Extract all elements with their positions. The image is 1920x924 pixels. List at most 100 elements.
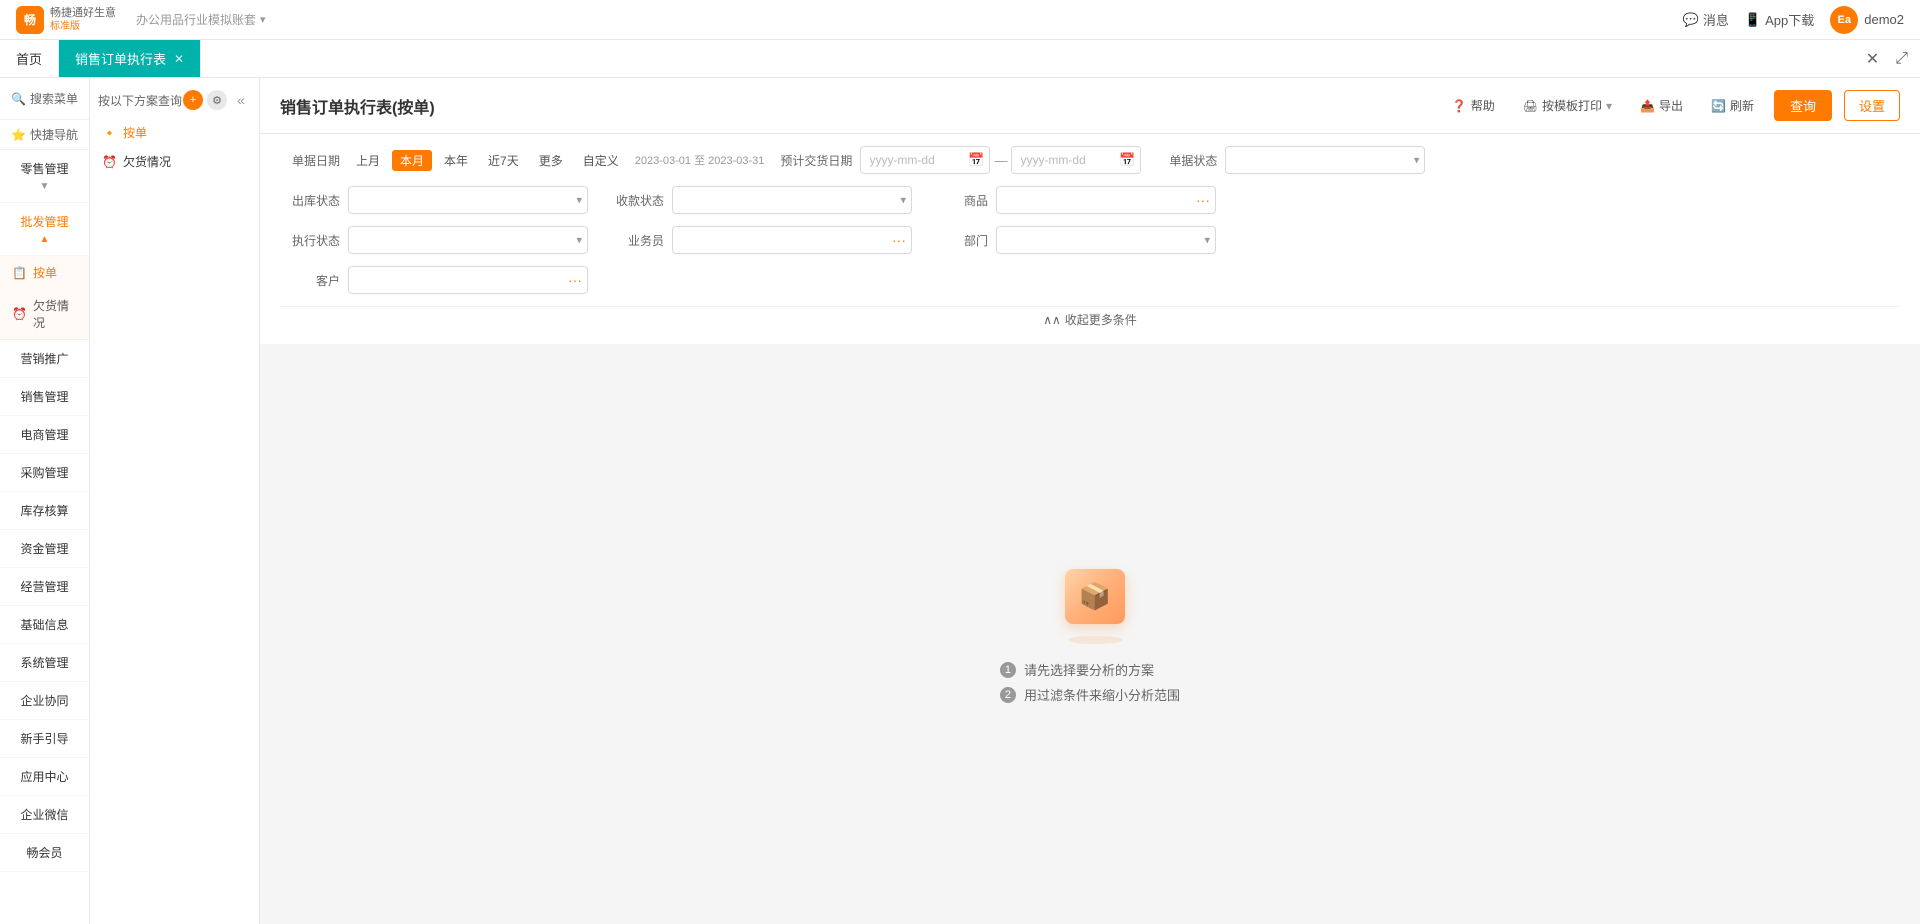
date-this-year-button[interactable]: 本年 [436, 150, 476, 171]
filter-group-date: 单据日期 上月 本月 本年 近7天 更多 自定义 2023-03-01 至 20… [280, 150, 764, 171]
collapse-up-icon: ∧∧ [1043, 313, 1061, 327]
date-more-button[interactable]: 更多 [531, 150, 571, 171]
main-layout: 🔍 搜索菜单 ⭐ 快捷导航 零售管理 ▼ 批发管理 ▲ 📋 按单 ⏰ 欠货情况 [0, 78, 1920, 924]
sidebar-item-label: 新手引导 [20, 730, 68, 747]
quick-nav-button[interactable]: ⭐ 快捷导航 [0, 120, 89, 150]
date-last7-button[interactable]: 近7天 [480, 150, 527, 171]
tab-close-all-button[interactable]: ✕ [1862, 45, 1883, 73]
sidebar-item-system[interactable]: 系统管理 [0, 644, 89, 682]
refresh-button[interactable]: 🔄 刷新 [1703, 93, 1762, 118]
export-button[interactable]: 📤 导出 [1632, 93, 1691, 118]
tab-home-label: 首页 [16, 49, 42, 68]
goods-input-control: ··· [996, 186, 1216, 214]
sidebar-chevron-icon: ▲ [40, 234, 50, 245]
help-button[interactable]: ❓ 帮助 [1444, 93, 1503, 118]
app-download-button[interactable]: 📱 App下载 [1745, 10, 1814, 29]
goods-more-icon[interactable]: ··· [1196, 192, 1210, 208]
customer-input-control: ··· [348, 266, 588, 294]
sidebar-item-ecommerce[interactable]: 电商管理 [0, 416, 89, 454]
sidebar-submenu-item-sales-order[interactable]: 📋 按单 [0, 256, 89, 289]
filter-item-label: 欠货情况 [123, 153, 171, 170]
add-scheme-button[interactable]: + [183, 90, 203, 110]
goods-input[interactable] [996, 186, 1216, 214]
sidebar-item-sales[interactable]: 销售管理 [0, 378, 89, 416]
sidebar-item-member[interactable]: 畅会员 [0, 834, 89, 872]
top-bar: 畅 畅捷通好生意 标准版 办公用品行业模拟账套 ▾ 💬 消息 📱 App下载 E… [0, 0, 1920, 40]
dept-select[interactable] [996, 226, 1216, 254]
settings-scheme-button[interactable]: ⚙ [207, 90, 227, 110]
logo-icon: 畅 [16, 6, 44, 34]
sidebar-item-label: 电商管理 [20, 426, 68, 443]
message-button[interactable]: 💬 消息 [1683, 10, 1729, 29]
tab-close-icon[interactable]: ✕ [174, 52, 184, 66]
expected-date-end-input[interactable] [1011, 146, 1141, 174]
collapse-more-button[interactable]: ∧∧ 收起更多条件 [1043, 311, 1137, 328]
date-range-group: 📅 — 📅 [860, 146, 1141, 174]
sidebar-submenu-wholesale: 📋 按单 ⏰ 欠货情况 [0, 256, 89, 340]
delivery-status-select-wrapper: ▾ [348, 186, 588, 214]
sidebar-item-newbie[interactable]: 新手引导 [0, 720, 89, 758]
sidebar-item-label: 经营管理 [20, 578, 68, 595]
print-dropdown-icon: ▾ [1606, 99, 1612, 113]
logo-symbol: 畅 [24, 11, 36, 28]
content-area: 按以下方案查询 + ⚙ « 🔸 按单 ⏰ 欠货情况 销售订单执行表( [90, 78, 1920, 924]
customer-input[interactable] [348, 266, 588, 294]
sidebar-search-area: 🔍 搜索菜单 [0, 78, 89, 120]
expected-date-end-control: 📅 [1011, 146, 1141, 174]
search-button[interactable]: 查询 [1774, 90, 1832, 121]
breadcrumb-arrow-icon[interactable]: ▾ [260, 13, 266, 26]
filter-row-4: 客户 ··· [280, 266, 1900, 294]
sidebar-item-corp[interactable]: 企业协同 [0, 682, 89, 720]
filter-row-2: 出库状态 ▾ 收款状态 [280, 186, 1900, 214]
payment-status-label: 收款状态 [604, 192, 664, 209]
sidebar-item-inventory[interactable]: 库存核算 [0, 492, 89, 530]
print-button[interactable]: 🖨 按模板打印 ▾ [1515, 93, 1620, 118]
delivery-status-select[interactable] [348, 186, 588, 214]
tab-sales-order[interactable]: 销售订单执行表 ✕ [59, 40, 201, 77]
tab-restore-button[interactable]: ⤢ [1891, 46, 1912, 72]
sidebar-item-operation[interactable]: 经营管理 [0, 568, 89, 606]
filter-group-dept: 部门 ▾ [928, 226, 1216, 254]
filter-header: 按以下方案查询 + ⚙ « [98, 90, 251, 110]
salesman-more-icon[interactable]: ··· [892, 232, 906, 248]
collapse-label: 收起更多条件 [1065, 311, 1137, 328]
status-label: 单据状态 [1157, 152, 1217, 169]
sidebar-item-label: 库存核算 [20, 502, 68, 519]
date-last-month-button[interactable]: 上月 [348, 150, 388, 171]
sidebar-item-marketing[interactable]: 营销推广 [0, 340, 89, 378]
date-custom-button[interactable]: 自定义 [575, 150, 627, 171]
status-select[interactable] [1225, 146, 1425, 174]
breadcrumb: 办公用品行业模拟账套 ▾ [136, 11, 266, 28]
sidebar-item-finance[interactable]: 资金管理 [0, 530, 89, 568]
sidebar-search-button[interactable]: 🔍 搜索菜单 [8, 86, 81, 111]
payment-status-select[interactable] [672, 186, 912, 214]
customer-more-icon[interactable]: ··· [568, 272, 582, 288]
filter-item-debt[interactable]: ⏰ 欠货情况 [98, 147, 251, 176]
collapse-panel-button[interactable]: « [231, 90, 251, 110]
nav-icon: ⭐ [11, 128, 26, 142]
dept-select-wrapper: ▾ [996, 226, 1216, 254]
user-name: demo2 [1864, 12, 1904, 27]
sidebar-item-label: 资金管理 [20, 540, 68, 557]
filter-item-by-order[interactable]: 🔸 按单 [98, 118, 251, 147]
sidebar-item-wholesale[interactable]: 批发管理 ▲ [0, 203, 89, 256]
sidebar-item-label: 销售管理 [20, 388, 68, 405]
user-profile[interactable]: Ea demo2 [1830, 6, 1904, 34]
exec-status-select[interactable] [348, 226, 588, 254]
date-quick-buttons: 上月 本月 本年 近7天 更多 自定义 [348, 150, 627, 171]
sidebar-item-retail[interactable]: 零售管理 ▼ [0, 150, 89, 203]
sidebar-item-wechat[interactable]: 企业微信 [0, 796, 89, 834]
filter-settings-button[interactable]: 设置 [1844, 90, 1900, 121]
salesman-input[interactable] [672, 226, 912, 254]
sidebar-item-apps[interactable]: 应用中心 [0, 758, 89, 796]
sidebar-item-purchase[interactable]: 采购管理 [0, 454, 89, 492]
refresh-icon: 🔄 [1711, 99, 1726, 113]
top-bar-right: 💬 消息 📱 App下载 Ea demo2 [1683, 6, 1904, 34]
sidebar-item-basic[interactable]: 基础信息 [0, 606, 89, 644]
tab-home[interactable]: 首页 [0, 40, 59, 77]
sidebar-submenu-item-debt[interactable]: ⏰ 欠货情况 [0, 289, 89, 339]
date-label: 单据日期 [280, 152, 340, 169]
sidebar-item-label: 批发管理 [20, 213, 68, 230]
date-this-month-button[interactable]: 本月 [392, 150, 432, 171]
expected-date-start-input[interactable] [860, 146, 990, 174]
